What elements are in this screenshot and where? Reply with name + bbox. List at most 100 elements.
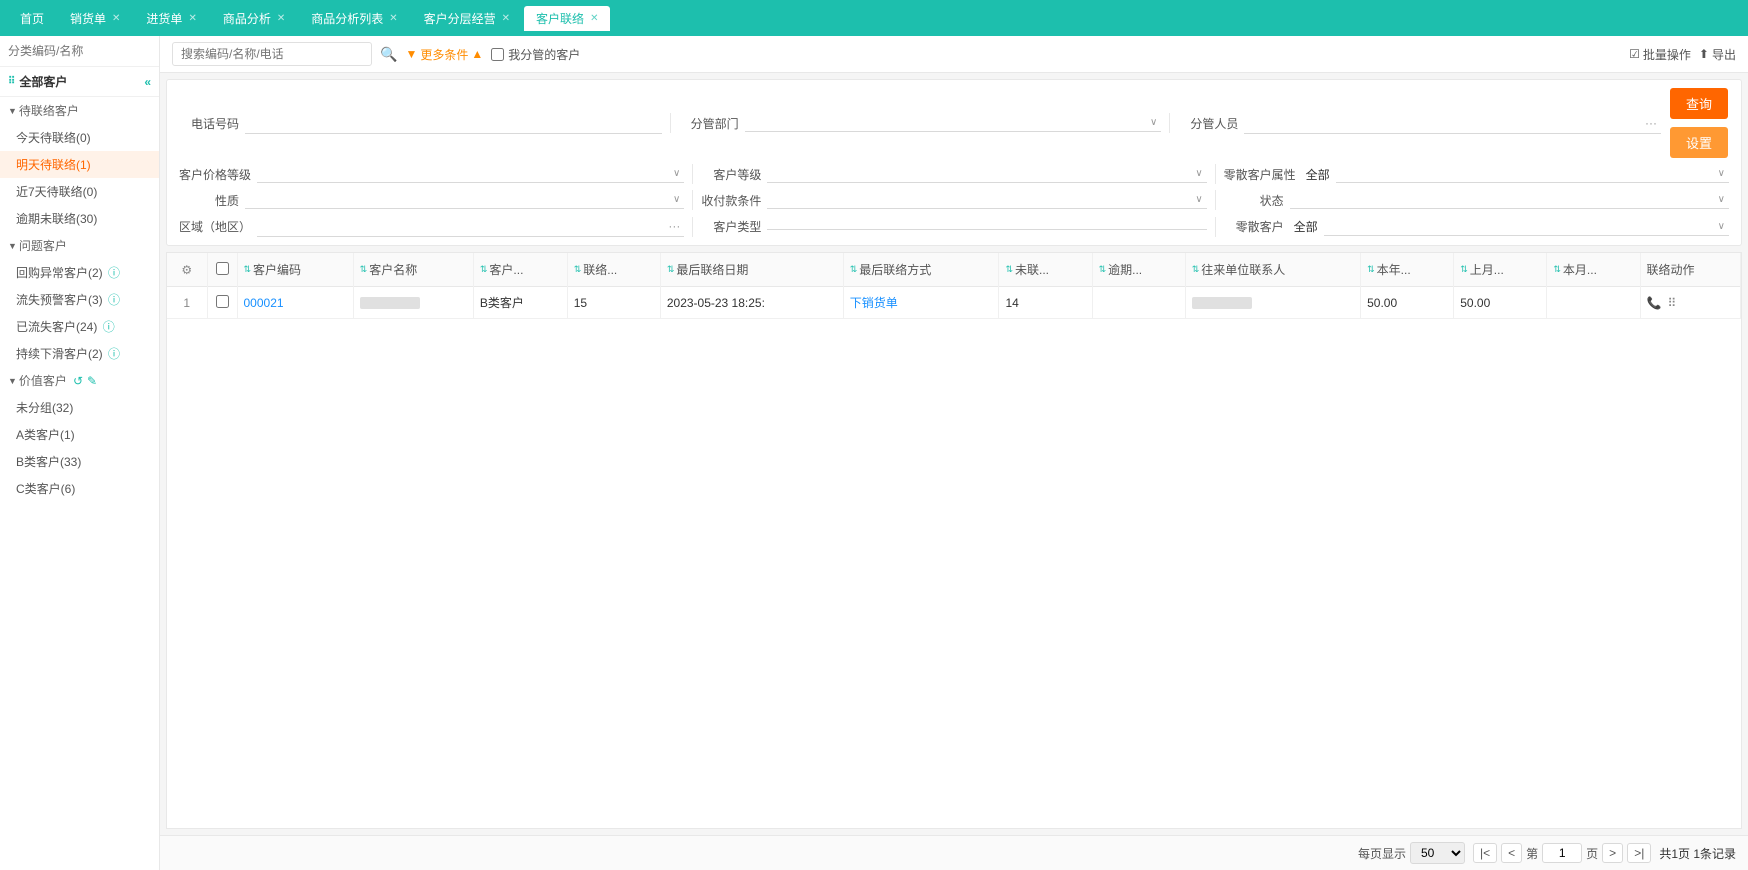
sidebar-item-class-b[interactable]: B类客户(33) <box>0 448 159 475</box>
sidebar-item-class-c[interactable]: C类客户(6) <box>0 475 159 502</box>
edit-icon[interactable]: ✎ <box>87 374 97 388</box>
filter-region: 区域（地区） ··· <box>179 216 684 237</box>
row-contact-person <box>1185 287 1360 319</box>
customer-table: ⚙ ⇅ 客户编码 ⇅ <box>167 253 1741 319</box>
sort-icon: ⇅ <box>1553 264 1561 275</box>
sidebar-value-group[interactable]: ▼ 价值客户 ↺ ✎ <box>0 367 159 394</box>
col-header-type: ⇅ 客户... <box>473 253 567 287</box>
nav-close-icon[interactable]: ✕ <box>389 13 397 24</box>
filter-row-4: 区域（地区） ··· 客户类型 零散客户 全部 ∨ <box>179 216 1729 237</box>
sidebar-item-ungrouped[interactable]: 未分组(32) <box>0 394 159 421</box>
sidebar: 🔍 ⠿ 全部客户 « ▼ 待联络客户 今天待联络(0) 明天待联络(1) 近7天… <box>0 36 160 870</box>
my-customer-checkbox[interactable] <box>491 48 504 61</box>
sidebar-item-churned[interactable]: 已流失客户(24) ⓘ <box>0 313 159 340</box>
sidebar-pending-group[interactable]: ▼ 待联络客户 <box>0 97 159 124</box>
nav-close-icon[interactable]: ✕ <box>590 13 598 24</box>
payment-select[interactable]: ∨ <box>767 191 1206 209</box>
sidebar-item-churn-warning[interactable]: 流失预警客户(3) ⓘ <box>0 286 159 313</box>
grid-action-icon[interactable]: ⠿ <box>1667 296 1676 310</box>
arrow-icon: ▼ <box>8 376 17 386</box>
export-icon: ⬆ <box>1699 47 1709 61</box>
filter-manager: 分管人员 ··· <box>1178 113 1661 134</box>
filter-payment: 收付款条件 ∨ <box>701 191 1206 209</box>
first-page-button[interactable]: |< <box>1473 843 1497 863</box>
sidebar-all-customers[interactable]: ⠿ 全部客户 « <box>0 67 159 97</box>
retail-attr-select[interactable]: ∨ <box>1336 165 1729 183</box>
sort-icon: ⇅ <box>1099 264 1107 275</box>
settings-button[interactable]: 设置 <box>1670 127 1728 158</box>
gender-select[interactable]: ∨ <box>245 191 684 209</box>
prev-page-button[interactable]: < <box>1501 843 1522 863</box>
nav-close-icon[interactable]: ✕ <box>277 13 285 24</box>
nav-home[interactable]: 首页 <box>8 6 56 31</box>
nav-sales-order[interactable]: 销货单 ✕ <box>58 6 132 31</box>
page-size-select[interactable]: 50 100 200 <box>1410 842 1465 864</box>
top-navigation: 首页 销货单 ✕ 进货单 ✕ 商品分析 ✕ 商品分析列表 ✕ 客户分层经营 ✕ … <box>0 0 1748 36</box>
nav-product-analysis[interactable]: 商品分析 ✕ <box>211 6 297 31</box>
status-select[interactable]: ∨ <box>1290 191 1729 209</box>
page-number-input[interactable] <box>1542 843 1582 863</box>
select-all-checkbox[interactable] <box>216 262 229 275</box>
phone-input[interactable] <box>245 113 662 134</box>
export-button[interactable]: ⬆ 导出 <box>1699 46 1736 63</box>
retail-customer-select[interactable]: ∨ <box>1324 218 1729 236</box>
batch-operation-button[interactable]: ☑ 批量操作 <box>1629 46 1691 63</box>
nav-customer-contact[interactable]: 客户联络 ✕ <box>524 6 610 31</box>
next-page-button[interactable]: > <box>1602 843 1623 863</box>
more-filter-button[interactable]: ▼ 更多条件 ▲ <box>405 46 483 63</box>
main-container: 🔍 ⠿ 全部客户 « ▼ 待联络客户 今天待联络(0) 明天待联络(1) 近7天… <box>0 36 1748 870</box>
data-table-container: ⚙ ⇅ 客户编码 ⇅ <box>166 252 1742 829</box>
nav-close-icon[interactable]: ✕ <box>502 13 510 24</box>
chevron-down-icon: ∨ <box>1718 168 1725 179</box>
sidebar-item-tomorrow-pending[interactable]: 明天待联络(1) <box>0 151 159 178</box>
main-search-button[interactable]: 🔍 <box>380 46 397 63</box>
sort-icon: ⇅ <box>667 264 675 275</box>
nav-customer-tier[interactable]: 客户分层经营 ✕ <box>412 6 522 31</box>
query-button[interactable]: 查询 <box>1670 88 1728 119</box>
filter-row-2: 客户价格等级 ∨ 客户等级 ∨ 零散客户属性 全部 <box>179 164 1729 184</box>
row-last-date: 2023-05-23 18:25: <box>660 287 843 319</box>
col-header-contact-person: ⇅ 往来单位联系人 <box>1185 253 1360 287</box>
row-action: 📞 ⠿ <box>1640 287 1741 319</box>
nav-close-icon[interactable]: ✕ <box>112 13 120 24</box>
sidebar-collapse-icon[interactable]: « <box>144 75 151 89</box>
row-type: B类客户 <box>473 287 567 319</box>
sidebar-item-today-pending[interactable]: 今天待联络(0) <box>0 124 159 151</box>
sidebar-item-overdue-pending[interactable]: 逾期未联络(30) <box>0 205 159 232</box>
customer-grade-select[interactable]: ∨ <box>257 165 684 183</box>
sort-icon: ⇅ <box>1460 264 1468 275</box>
sidebar-item-declining[interactable]: 持续下滑客户(2) ⓘ <box>0 340 159 367</box>
sort-icon: ⇅ <box>244 264 252 275</box>
refresh-icon[interactable]: ↺ <box>73 374 83 388</box>
nav-product-analysis-list[interactable]: 商品分析列表 ✕ <box>299 6 409 31</box>
filter-retail-customer: 零散客户 全部 ∨ <box>1224 218 1729 236</box>
customer-type-select[interactable] <box>767 223 1206 230</box>
sidebar-search-input[interactable] <box>8 44 160 58</box>
phone-action-icon[interactable]: 📞 <box>1647 296 1662 310</box>
sidebar-item-7days-pending[interactable]: 近7天待联络(0) <box>0 178 159 205</box>
customer-code-link[interactable]: 000021 <box>244 296 284 310</box>
table-checkbox-col <box>207 253 237 287</box>
last-page-button[interactable]: >| <box>1627 843 1651 863</box>
filter-customer-grade: 客户价格等级 ∨ <box>179 165 684 183</box>
region-select[interactable]: ··· <box>257 216 684 237</box>
table-settings-col[interactable]: ⚙ <box>167 253 207 287</box>
main-search-input[interactable] <box>172 42 372 66</box>
sidebar-problem-group[interactable]: ▼ 问题客户 <box>0 232 159 259</box>
row-checkbox[interactable] <box>216 295 229 308</box>
nav-close-icon[interactable]: ✕ <box>188 13 196 24</box>
sidebar-item-class-a[interactable]: A类客户(1) <box>0 421 159 448</box>
col-header-this-month: ⇅ 本月... <box>1547 253 1640 287</box>
customer-level-select[interactable]: ∨ <box>767 165 1206 183</box>
nav-purchase-order[interactable]: 进货单 ✕ <box>134 6 208 31</box>
row-name <box>353 287 473 319</box>
dept-select[interactable]: ∨ <box>745 114 1162 132</box>
manager-select[interactable]: ··· <box>1244 113 1661 134</box>
table-row: 1 000021 B类客户 15 2023-05-23 18:25: <box>167 287 1741 319</box>
arrow-icon: ▼ <box>8 106 17 116</box>
last-method-link[interactable]: 下销货单 <box>850 296 898 310</box>
filter-phone: 电话号码 <box>179 113 662 134</box>
sidebar-item-repurchase-abnormal[interactable]: 回购异常客户(2) ⓘ <box>0 259 159 286</box>
chevron-down-icon: ∨ <box>1195 168 1202 179</box>
filter-customer-type: 客户类型 <box>701 218 1206 235</box>
